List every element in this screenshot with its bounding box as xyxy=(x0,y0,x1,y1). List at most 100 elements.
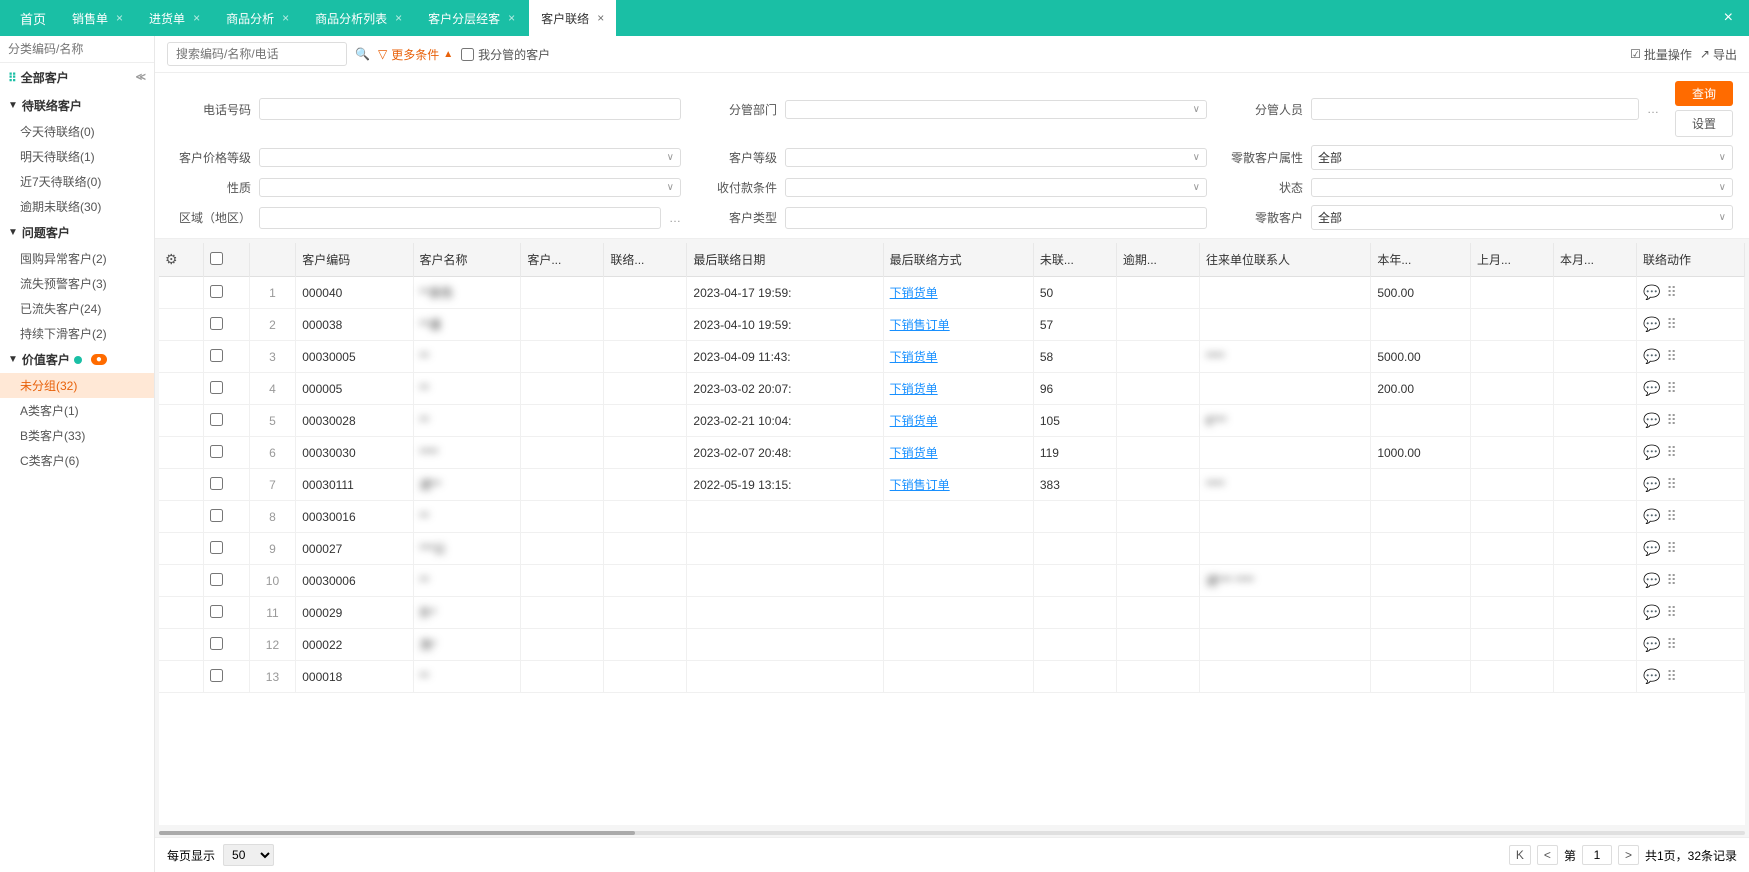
row-checkbox[interactable] xyxy=(210,317,223,330)
row-checkbox[interactable] xyxy=(210,669,223,682)
batch-ops-button[interactable]: ☑ 批量操作 xyxy=(1630,46,1692,63)
row-checkbox[interactable] xyxy=(210,349,223,362)
query-button[interactable]: 查询 xyxy=(1675,81,1733,106)
sidebar-item-churn-warning[interactable]: 流失预警客户(3) xyxy=(0,271,154,296)
my-customers-checkbox[interactable] xyxy=(461,48,474,61)
nav-tab-purchase[interactable]: 进货单 × xyxy=(137,0,212,36)
chat-icon[interactable]: 💬 xyxy=(1643,444,1660,461)
sidebar-item-today[interactable]: 今天待联络(0) xyxy=(0,119,154,144)
group-value-customers[interactable]: ▼ 价值客户 ● xyxy=(0,346,154,373)
chat-icon[interactable]: 💬 xyxy=(1643,540,1660,557)
retail-cust-select[interactable]: 全部 ∨ xyxy=(1311,205,1733,230)
search-icon[interactable]: 🔍 xyxy=(355,47,370,61)
horizontal-scrollbar[interactable] xyxy=(155,829,1749,837)
grid-action-icon[interactable]: ⠿ xyxy=(1666,412,1676,429)
region-input[interactable] xyxy=(259,207,661,229)
contact-method-link[interactable]: 下销货单 xyxy=(890,382,938,396)
retail-attr-select[interactable]: 全部 ∨ xyxy=(1311,145,1733,170)
row-checkbox[interactable] xyxy=(210,413,223,426)
contact-method-link[interactable]: 下销货单 xyxy=(890,350,938,364)
close-icon[interactable]: × xyxy=(395,11,402,25)
more-conditions-button[interactable]: ▽ 更多条件 ▲ xyxy=(378,46,453,63)
nav-tab-customer-segment[interactable]: 客户分层经客 × xyxy=(416,0,527,36)
chat-icon[interactable]: 💬 xyxy=(1643,604,1660,621)
next-page-button[interactable]: > xyxy=(1618,845,1639,865)
cust-type-input[interactable] xyxy=(785,207,1207,229)
all-customers-header[interactable]: ⠿ 全部客户 ≪ xyxy=(0,63,154,92)
price-level-select[interactable]: ∨ xyxy=(259,148,681,167)
nav-tab-analysis-list[interactable]: 商品分析列表 × xyxy=(303,0,414,36)
close-icon[interactable]: × xyxy=(508,11,515,25)
grid-action-icon[interactable]: ⠿ xyxy=(1666,284,1676,301)
chat-icon[interactable]: 💬 xyxy=(1643,284,1660,301)
grid-action-icon[interactable]: ⠿ xyxy=(1666,668,1676,685)
chat-icon[interactable]: 💬 xyxy=(1643,412,1660,429)
manager-input[interactable] xyxy=(1311,98,1639,120)
first-page-button[interactable]: K xyxy=(1509,845,1531,865)
cust-level-select[interactable]: ∨ xyxy=(785,148,1207,167)
select-all-checkbox[interactable] xyxy=(210,252,223,265)
grid-action-icon[interactable]: ⠿ xyxy=(1666,348,1676,365)
grid-action-icon[interactable]: ⠿ xyxy=(1666,636,1676,653)
settings-button[interactable]: ⚙ xyxy=(165,251,178,268)
close-icon[interactable]: × xyxy=(282,11,289,25)
contact-method-link[interactable]: 下销货单 xyxy=(890,414,938,428)
close-all-button[interactable]: × xyxy=(1716,9,1741,27)
sidebar-item-churned[interactable]: 已流失客户(24) xyxy=(0,296,154,321)
row-checkbox[interactable] xyxy=(210,541,223,554)
sidebar-item-class-c[interactable]: C类客户(6) xyxy=(0,448,154,473)
row-checkbox[interactable] xyxy=(210,573,223,586)
sidebar-item-7days[interactable]: 近7天待联络(0) xyxy=(0,169,154,194)
contact-method-link[interactable]: 下销售订单 xyxy=(890,478,950,492)
grid-action-icon[interactable]: ⠿ xyxy=(1666,540,1676,557)
close-icon[interactable]: × xyxy=(193,11,200,25)
chat-icon[interactable]: 💬 xyxy=(1643,380,1660,397)
sidebar-item-declining[interactable]: 持续下滑客户(2) xyxy=(0,321,154,346)
prev-page-button[interactable]: < xyxy=(1537,845,1558,865)
reset-button[interactable]: 设置 xyxy=(1675,110,1733,137)
grid-action-icon[interactable]: ⠿ xyxy=(1666,380,1676,397)
sidebar-item-abnormal[interactable]: 囤购异常客户(2) xyxy=(0,246,154,271)
chat-icon[interactable]: 💬 xyxy=(1643,476,1660,493)
chat-icon[interactable]: 💬 xyxy=(1643,348,1660,365)
row-checkbox[interactable] xyxy=(210,605,223,618)
sidebar-item-class-a[interactable]: A类客户(1) xyxy=(0,398,154,423)
nav-tab-analysis[interactable]: 商品分析 × xyxy=(214,0,301,36)
page-input[interactable] xyxy=(1582,845,1612,865)
sidebar-item-overdue[interactable]: 逾期未联络(30) xyxy=(0,194,154,219)
contact-method-link[interactable]: 下销货单 xyxy=(890,286,938,300)
chat-icon[interactable]: 💬 xyxy=(1643,316,1660,333)
grid-action-icon[interactable]: ⠿ xyxy=(1666,316,1676,333)
contact-method-link[interactable]: 下销售订单 xyxy=(890,318,950,332)
close-icon[interactable]: × xyxy=(597,11,604,25)
nav-home[interactable]: 首页 xyxy=(8,0,58,36)
per-page-select[interactable]: 50 100 xyxy=(223,844,274,866)
grid-action-icon[interactable]: ⠿ xyxy=(1666,604,1676,621)
group-pending-contact[interactable]: ▼ 待联络客户 xyxy=(0,92,154,119)
phone-input[interactable] xyxy=(259,98,681,120)
grid-action-icon[interactable]: ⠿ xyxy=(1666,572,1676,589)
dept-select[interactable]: ∨ xyxy=(785,100,1207,119)
nature-select[interactable]: ∨ xyxy=(259,178,681,197)
chat-icon[interactable]: 💬 xyxy=(1643,572,1660,589)
more-icon[interactable]: … xyxy=(1647,102,1659,116)
chat-icon[interactable]: 💬 xyxy=(1643,636,1660,653)
sidebar-item-tomorrow[interactable]: 明天待联络(1) xyxy=(0,144,154,169)
row-checkbox[interactable] xyxy=(210,509,223,522)
row-checkbox[interactable] xyxy=(210,285,223,298)
scrollbar-thumb[interactable] xyxy=(159,831,635,835)
row-checkbox[interactable] xyxy=(210,637,223,650)
my-customers-checkbox-label[interactable]: 我分管的客户 xyxy=(461,46,550,63)
chat-icon[interactable]: 💬 xyxy=(1643,508,1660,525)
export-button[interactable]: ↗ 导出 xyxy=(1700,46,1737,63)
grid-action-icon[interactable]: ⠿ xyxy=(1666,508,1676,525)
close-icon[interactable]: × xyxy=(116,11,123,25)
nav-tab-sales[interactable]: 销售单 × xyxy=(60,0,135,36)
row-checkbox[interactable] xyxy=(210,477,223,490)
status-select[interactable]: ∨ xyxy=(1311,178,1733,197)
row-checkbox[interactable] xyxy=(210,381,223,394)
sidebar-item-unclassified[interactable]: 未分组(32) xyxy=(0,373,154,398)
row-checkbox[interactable] xyxy=(210,445,223,458)
category-search-input[interactable] xyxy=(8,42,155,56)
contact-method-link[interactable]: 下销货单 xyxy=(890,446,938,460)
